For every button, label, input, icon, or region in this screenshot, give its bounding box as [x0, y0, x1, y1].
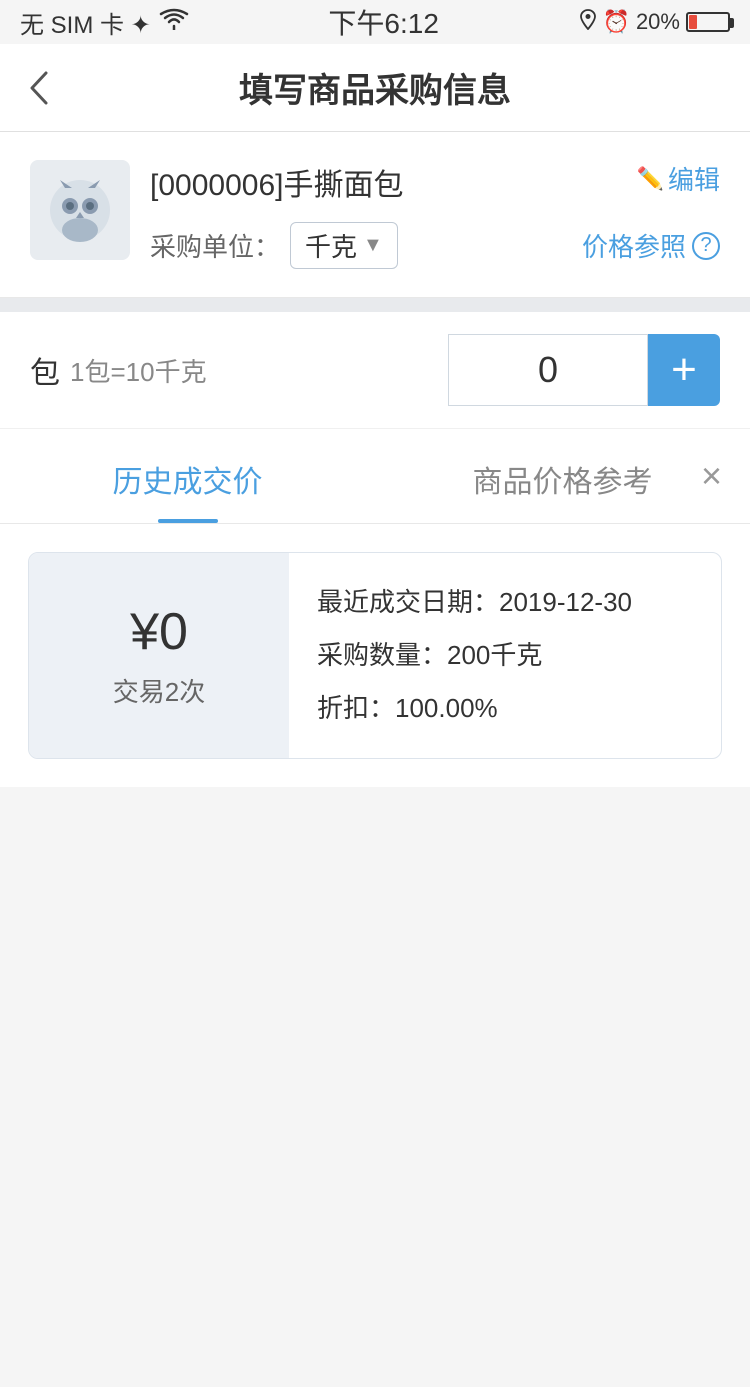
chevron-down-icon: ▼	[363, 234, 383, 257]
product-name: [0000006]手撕面包	[150, 160, 403, 204]
card-detail-section: 最近成交日期：2019-12-30 采购数量：200千克 折扣：100.00%	[289, 553, 721, 758]
status-time: 下午6:12	[328, 2, 439, 42]
trade-count: 交易2次	[113, 672, 205, 709]
location-icon	[579, 8, 597, 36]
bottom-panel: 历史成交价 商品价格参考 × ¥0 交易2次 最近成交日期：2019-12-30…	[0, 429, 750, 787]
history-price: ¥0	[130, 602, 188, 662]
purchase-qty-row: 采购数量：200千克	[317, 636, 693, 675]
card-price-section: ¥0 交易2次	[29, 553, 289, 758]
sim-status: 无 SIM 卡 ✦	[20, 5, 151, 40]
tabs-row: 历史成交价 商品价格参考 ×	[0, 429, 750, 524]
section-divider	[0, 298, 750, 312]
history-card: ¥0 交易2次 最近成交日期：2019-12-30 采购数量：200千克 折扣：…	[28, 552, 722, 759]
tab-product-price-ref[interactable]: 商品价格参考	[375, 429, 750, 523]
quantity-input[interactable]: 0	[448, 334, 648, 406]
tab-history-price[interactable]: 历史成交价	[0, 429, 375, 523]
battery-icon	[686, 12, 730, 32]
history-content: ¥0 交易2次 最近成交日期：2019-12-30 采购数量：200千克 折扣：…	[0, 524, 750, 787]
back-button[interactable]	[28, 69, 50, 107]
battery-percent: 20%	[636, 9, 680, 35]
product-section: [0000006]手撕面包 ✏️ 编辑 采购单位： 千克 ▼ 价格参照 ?	[0, 132, 750, 298]
product-header: [0000006]手撕面包 ✏️ 编辑	[150, 160, 720, 204]
page-title: 填写商品采购信息	[239, 63, 511, 112]
quantity-controls: 0 +	[448, 334, 720, 406]
nav-bar: 填写商品采购信息	[0, 44, 750, 132]
status-bar: 无 SIM 卡 ✦ 下午6:12 ⏰ 20%	[0, 0, 750, 44]
edit-icon: ✏️	[637, 166, 664, 192]
help-icon: ?	[692, 232, 720, 260]
quantity-plus-button[interactable]: +	[648, 334, 720, 406]
status-left: 无 SIM 卡 ✦	[20, 5, 189, 40]
page-background	[0, 787, 750, 1387]
purchase-unit-row: 采购单位： 千克 ▼ 价格参照 ?	[150, 222, 720, 269]
recent-date-row: 最近成交日期：2019-12-30	[317, 583, 693, 622]
product-info: [0000006]手撕面包 ✏️ 编辑 采购单位： 千克 ▼ 价格参照 ?	[150, 160, 720, 269]
close-button[interactable]: ×	[701, 455, 722, 497]
quantity-row: 包 1包=10千克 0 +	[0, 312, 750, 429]
unit-select[interactable]: 千克 ▼	[290, 222, 398, 269]
product-thumbnail	[30, 160, 130, 260]
discount-row: 折扣：100.00%	[317, 689, 693, 728]
status-right: ⏰ 20%	[579, 8, 730, 36]
quantity-label: 包 1包=10千克	[30, 348, 207, 392]
alarm-icon: ⏰	[603, 9, 630, 35]
unit-selector-group: 采购单位： 千克 ▼	[150, 222, 398, 269]
price-ref-button[interactable]: 价格参照 ?	[582, 227, 720, 264]
wifi-icon	[159, 8, 189, 37]
tab-underline	[158, 519, 218, 523]
edit-button[interactable]: ✏️ 编辑	[637, 160, 720, 197]
